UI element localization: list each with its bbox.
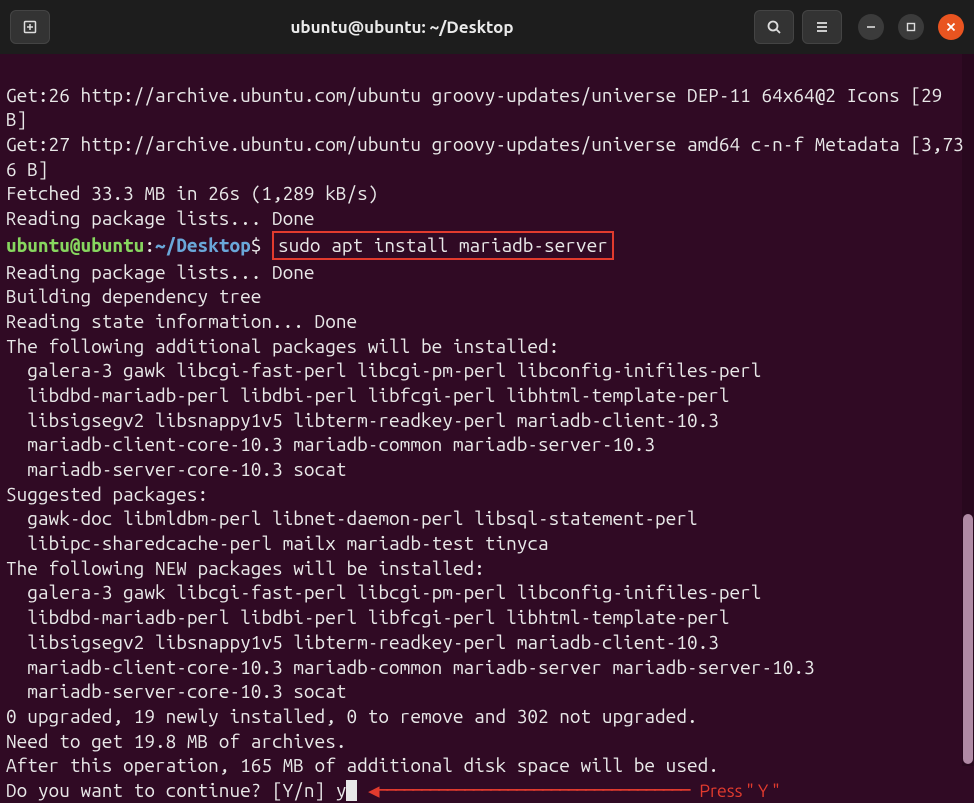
output-line: Reading package lists... Done: [6, 207, 315, 229]
continue-prompt: Do you want to continue? [Y/n]: [6, 779, 336, 801]
new-tab-button[interactable]: [10, 10, 50, 44]
titlebar: ubuntu@ubuntu: ~/Desktop: [0, 0, 974, 54]
output-line: Reading package lists... Done: [6, 261, 315, 283]
output-line: libdbd-mariadb-perl libdbi-perl libfcgi-…: [6, 606, 730, 628]
maximize-button[interactable]: [898, 14, 924, 40]
output-line: Suggested packages:: [6, 483, 208, 505]
terminal-content[interactable]: Get:26 http://archive.ubuntu.com/ubuntu …: [0, 54, 974, 803]
output-line: libsigsegv2 libsnappy1v5 libterm-readkey…: [6, 631, 719, 653]
output-line: 0 upgraded, 19 newly installed, 0 to rem…: [6, 705, 698, 727]
output-line: libipc-sharedcache-perl mailx mariadb-te…: [6, 532, 549, 554]
output-line: The following NEW packages will be insta…: [6, 557, 485, 579]
output-line: Fetched 33.3 MB in 26s (1,289 kB/s): [6, 182, 378, 204]
output-line: Building dependency tree: [6, 285, 261, 307]
prompt-user: ubuntu@ubuntu: [6, 234, 144, 256]
prompt-dollar: $: [251, 234, 262, 256]
output-line: libdbd-mariadb-perl libdbi-perl libfcgi-…: [6, 384, 730, 406]
annotation-text: Press " Y ": [699, 781, 779, 801]
window-title: ubuntu@ubuntu: ~/Desktop: [58, 18, 746, 37]
output-line: After this operation, 165 MB of addition…: [6, 754, 719, 776]
cursor: [346, 780, 357, 801]
output-line: mariadb-server-core-10.3 socat: [6, 458, 346, 480]
output-line: Get:27 http://archive.ubuntu.com/ubuntu …: [6, 133, 964, 180]
output-line: Need to get 19.8 MB of archives.: [6, 730, 346, 752]
window-controls: [858, 14, 964, 40]
prompt-path: ~/Desktop: [155, 234, 251, 256]
continue-answer: y: [336, 779, 347, 801]
scrollbar-thumb[interactable]: [963, 514, 973, 764]
output-line: libsigsegv2 libsnappy1v5 libterm-readkey…: [6, 409, 719, 431]
search-button[interactable]: [754, 10, 794, 44]
output-line: mariadb-client-core-10.3 mariadb-common …: [6, 433, 655, 455]
output-line: galera-3 gawk libcgi-fast-perl libcgi-pm…: [6, 581, 761, 603]
output-line: Get:26 http://archive.ubuntu.com/ubuntu …: [6, 84, 953, 131]
output-line: The following additional packages will b…: [6, 335, 559, 357]
output-line: mariadb-client-core-10.3 mariadb-common …: [6, 656, 815, 678]
output-line: Reading state information... Done: [6, 310, 357, 332]
arrow-icon: ◀────────────────────────────────────: [368, 778, 688, 803]
menu-button[interactable]: [802, 10, 842, 44]
close-button[interactable]: [938, 14, 964, 40]
output-line: galera-3 gawk libcgi-fast-perl libcgi-pm…: [6, 359, 761, 381]
output-line: gawk-doc libmldbm-perl libnet-daemon-per…: [6, 507, 698, 529]
minimize-button[interactable]: [858, 14, 884, 40]
command-highlight: sudo apt install mariadb-server: [272, 231, 614, 260]
prompt-sep: :: [144, 234, 155, 256]
scrollbar[interactable]: [962, 54, 974, 766]
output-line: mariadb-server-core-10.3 socat: [6, 680, 346, 702]
